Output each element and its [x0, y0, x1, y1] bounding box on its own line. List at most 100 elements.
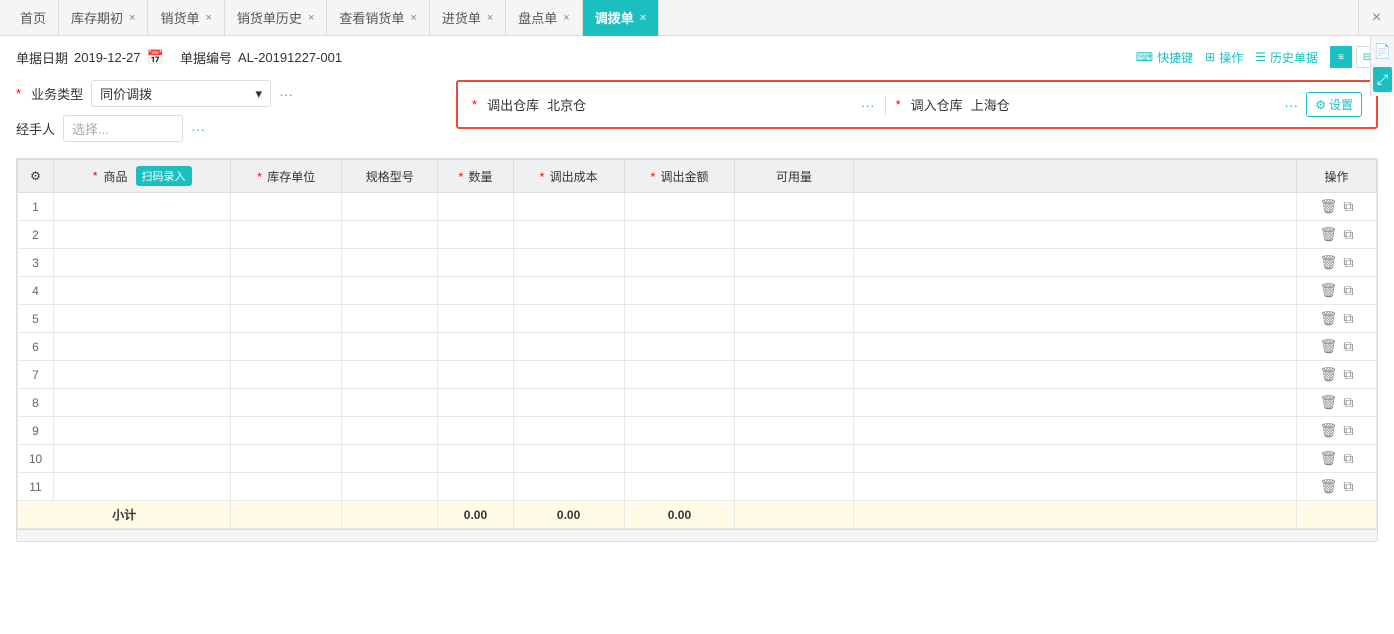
- row-product[interactable]: [54, 445, 231, 473]
- operations-btn[interactable]: ⊞ 操作: [1205, 49, 1243, 66]
- copy-icon[interactable]: ⧉: [1343, 282, 1353, 299]
- tab-stocktake-close[interactable]: ×: [563, 12, 569, 24]
- copy-icon[interactable]: ⧉: [1343, 310, 1353, 327]
- tab-transfer[interactable]: 调拨单 ×: [583, 0, 659, 36]
- row-product[interactable]: [54, 277, 231, 305]
- row-product[interactable]: [54, 361, 231, 389]
- business-type-select[interactable]: 同价调拨 ▾: [91, 80, 271, 107]
- header-right: ⌨ 快捷键 ⊞ 操作 ☰ 历史单据 ≡ ⊟: [1136, 46, 1378, 68]
- calendar-icon[interactable]: 📅: [147, 49, 164, 66]
- row-product[interactable]: [54, 193, 231, 221]
- row-available: [735, 305, 853, 333]
- row-extra: [853, 221, 1296, 249]
- row-product[interactable]: [54, 417, 231, 445]
- horizontal-scrollbar[interactable]: [17, 529, 1377, 541]
- delete-icon[interactable]: 🗑: [1320, 198, 1338, 215]
- row-quantity: [438, 417, 513, 445]
- th-amount: * 调出金额: [624, 160, 735, 193]
- date-label: 单据日期: [16, 48, 68, 67]
- row-product[interactable]: [54, 249, 231, 277]
- person-ellipsis[interactable]: ···: [191, 121, 205, 137]
- out-warehouse-value[interactable]: 北京仓: [547, 95, 586, 114]
- date-value[interactable]: 2019-12-27: [74, 50, 141, 65]
- delete-icon[interactable]: 🗑: [1320, 338, 1338, 355]
- form-left-panel: * 业务类型 同价调拨 ▾ ··· 经手人 选择... ···: [16, 80, 446, 150]
- tab-sales-history[interactable]: 销货单历史 ×: [225, 0, 327, 36]
- in-warehouse-value[interactable]: 上海仓: [971, 95, 1010, 114]
- table-row: 6🗑⧉: [18, 333, 1377, 361]
- history-label: 历史单据: [1270, 49, 1318, 66]
- row-product[interactable]: [54, 389, 231, 417]
- copy-icon[interactable]: ⧉: [1343, 450, 1353, 467]
- row-cost: [513, 305, 624, 333]
- tab-transfer-close[interactable]: ×: [640, 12, 646, 24]
- settings-button[interactable]: ⚙ 设置: [1306, 92, 1362, 117]
- history-btn[interactable]: ☰ 历史单据: [1255, 49, 1318, 66]
- business-type-ellipsis[interactable]: ···: [279, 86, 293, 102]
- row-extra: [853, 417, 1296, 445]
- th-amount-required: *: [650, 170, 655, 184]
- business-type-field: * 业务类型 同价调拨 ▾ ···: [16, 80, 446, 107]
- tab-view-sales-close[interactable]: ×: [410, 12, 416, 24]
- row-amount: [624, 193, 735, 221]
- tab-inventory-init-close[interactable]: ×: [129, 12, 135, 24]
- in-warehouse-ellipsis[interactable]: ···: [1284, 97, 1298, 113]
- shortcuts-btn[interactable]: ⌨ 快捷键: [1136, 49, 1193, 66]
- row-unit: [231, 445, 342, 473]
- tab-purchase-order-close[interactable]: ×: [487, 12, 493, 24]
- row-product[interactable]: [54, 473, 231, 501]
- tab-sales-history-close[interactable]: ×: [308, 12, 314, 24]
- copy-icon[interactable]: ⧉: [1343, 394, 1353, 411]
- delete-icon[interactable]: 🗑: [1320, 282, 1338, 299]
- delete-icon[interactable]: 🗑: [1320, 366, 1338, 383]
- tab-stocktake-label: 盘点单: [518, 8, 557, 27]
- row-cost: [513, 277, 624, 305]
- delete-icon[interactable]: 🗑: [1320, 478, 1338, 495]
- window-close-button[interactable]: ×: [1358, 0, 1394, 36]
- out-warehouse-ellipsis[interactable]: ···: [861, 97, 875, 113]
- tab-view-sales-label: 查看销货单: [339, 8, 404, 27]
- tab-sales-order-close[interactable]: ×: [205, 12, 211, 24]
- tab-purchase-order[interactable]: 进货单 ×: [430, 0, 506, 36]
- tab-inventory-init-label: 库存期初: [71, 8, 123, 27]
- tab-home[interactable]: 首页: [8, 0, 59, 36]
- business-type-row: * 业务类型 同价调拨 ▾ ···: [16, 80, 446, 107]
- tab-inventory-init[interactable]: 库存期初 ×: [59, 0, 148, 36]
- tab-stocktake[interactable]: 盘点单 ×: [506, 0, 582, 36]
- table-row: 1🗑⧉: [18, 193, 1377, 221]
- row-spec: [342, 305, 438, 333]
- row-product[interactable]: [54, 305, 231, 333]
- tab-sales-order[interactable]: 销货单 ×: [148, 0, 224, 36]
- copy-icon[interactable]: ⧉: [1343, 226, 1353, 243]
- tab-view-sales[interactable]: 查看销货单 ×: [327, 0, 429, 36]
- copy-icon[interactable]: ⧉: [1343, 198, 1353, 215]
- copy-icon[interactable]: ⧉: [1343, 366, 1353, 383]
- copy-icon[interactable]: ⧉: [1343, 338, 1353, 355]
- row-extra: [853, 249, 1296, 277]
- row-product[interactable]: [54, 221, 231, 249]
- delete-icon[interactable]: 🗑: [1320, 450, 1338, 467]
- copy-icon[interactable]: ⧉: [1343, 254, 1353, 271]
- delete-icon[interactable]: 🗑: [1320, 394, 1338, 411]
- subtotal-quantity: 0.00: [438, 501, 513, 529]
- row-spec: [342, 389, 438, 417]
- delete-icon[interactable]: 🗑: [1320, 254, 1338, 271]
- scan-button[interactable]: 扫码录入: [136, 166, 192, 186]
- layout-list-btn[interactable]: ≡: [1330, 46, 1352, 68]
- sidebar-document-icon[interactable]: 📄: [1371, 40, 1394, 63]
- table-row: 2🗑⧉: [18, 221, 1377, 249]
- copy-icon[interactable]: ⧉: [1343, 478, 1353, 495]
- copy-icon[interactable]: ⧉: [1343, 422, 1353, 439]
- delete-icon[interactable]: 🗑: [1320, 422, 1338, 439]
- delete-icon[interactable]: 🗑: [1320, 226, 1338, 243]
- row-amount: [624, 249, 735, 277]
- row-unit: [231, 417, 342, 445]
- person-label: 经手人: [16, 119, 55, 138]
- th-gear[interactable]: ⚙: [18, 160, 54, 193]
- row-amount: [624, 277, 735, 305]
- subtotal-label: 小计: [112, 508, 136, 522]
- row-product[interactable]: [54, 333, 231, 361]
- sidebar-expand-icon[interactable]: ⤢: [1373, 67, 1392, 92]
- person-select[interactable]: 选择...: [63, 115, 183, 142]
- delete-icon[interactable]: 🗑: [1320, 310, 1338, 327]
